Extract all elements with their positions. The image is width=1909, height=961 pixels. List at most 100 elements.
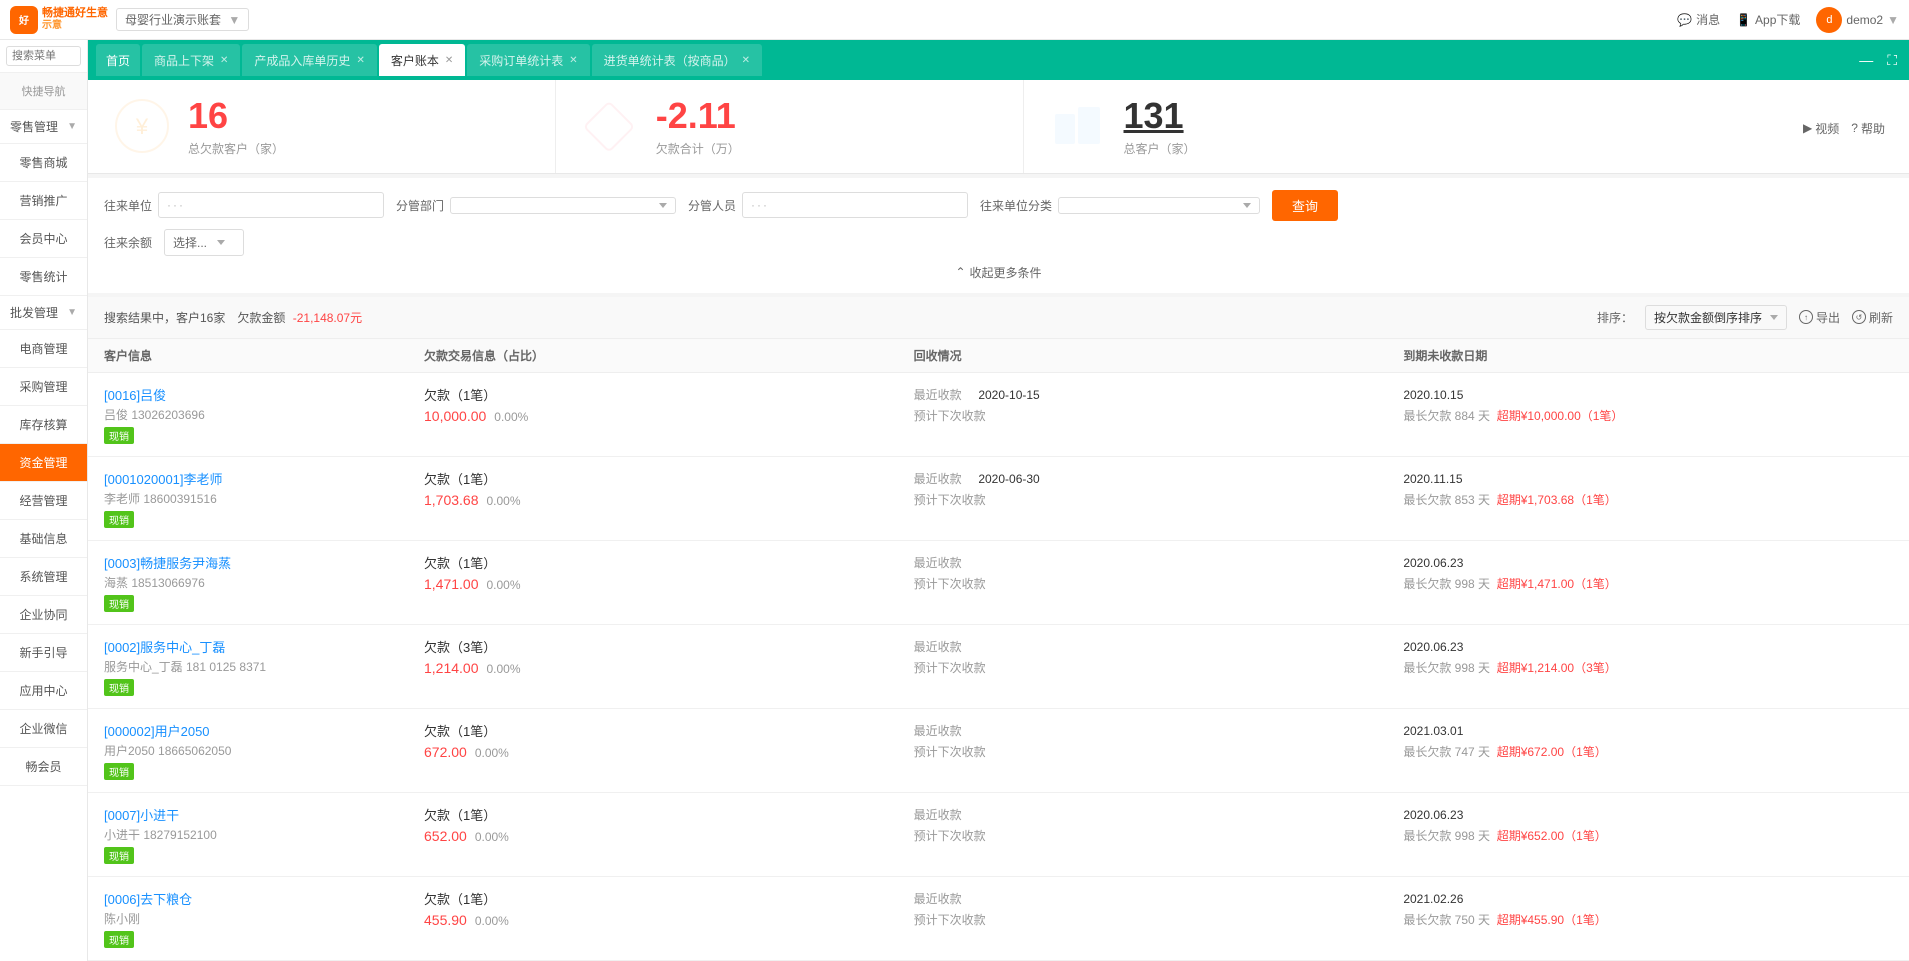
app-download-btn[interactable]: 📱 App下载 (1736, 11, 1800, 28)
customer-name-4[interactable]: [0002]服务中心_丁磊 (104, 640, 225, 655)
customer-name-1[interactable]: [0016]吕俊 (104, 388, 166, 403)
store-selector[interactable]: 母婴行业演示账套 ▼ (116, 8, 249, 31)
customer-name-6[interactable]: [0007]小进干 (104, 808, 179, 823)
results-amount: 欠款金额 -21,148.07元 (237, 309, 362, 326)
sidebar-item-enterprise-wx[interactable]: 企业微信 (0, 710, 87, 748)
sidebar-item-retail-mgmt[interactable]: 零售管理 ▼ (0, 110, 87, 144)
customer-name-3[interactable]: [0003]畅捷服务尹海蒸 (104, 556, 231, 571)
overdue-link-5[interactable]: 超期¥672.00（1笔） (1497, 745, 1607, 759)
sidebar-item-purchase-mgmt[interactable]: 采购管理 (0, 368, 87, 406)
tab-production-history[interactable]: 产成品入库单历史 ✕ (242, 44, 376, 76)
user-profile[interactable]: d demo2 ▼ (1816, 7, 1899, 33)
recovery-info-2: 最近收款 2020-06-30 预计下次收款 (914, 469, 1404, 512)
sidebar-item-member-center[interactable]: 会员中心 (0, 220, 87, 258)
total-customers-icon (1048, 96, 1108, 156)
sidebar-item-basic-info[interactable]: 基础信息 (0, 520, 87, 558)
customer-phone-6: 小进干 18279152100 (104, 826, 424, 843)
results-summary: 搜索结果中，客户16家 (104, 309, 225, 326)
balance-select[interactable]: 选择... (164, 229, 244, 256)
overdue-link-2[interactable]: 超期¥1,703.68（1笔） (1497, 493, 1617, 507)
overdue-info-3: 2020.06.23 最长欠款 998 天 超期¥1,471.00（1笔） (1403, 553, 1893, 596)
filter-manager: 分管人员 ··· (688, 192, 968, 218)
download-icon: 📱 (1736, 13, 1751, 27)
tab-product-shelf[interactable]: 商品上下架 ✕ (142, 44, 240, 76)
tab-close-product-shelf[interactable]: ✕ (220, 55, 228, 66)
tab-close-purchase-order[interactable]: ✕ (569, 55, 577, 66)
customer-info-1: [0016]吕俊 吕俊 13026203696 现销 (104, 385, 424, 444)
manager-input[interactable]: ··· (742, 192, 968, 218)
sort-label: 排序： (1597, 309, 1633, 326)
sidebar-item-enterprise-collab[interactable]: 企业协同 (0, 596, 87, 634)
sidebar-item-quick-nav[interactable]: 快捷导航 (0, 73, 87, 110)
sidebar-item-ecom-mgmt[interactable]: 电商管理 (0, 330, 87, 368)
sidebar-item-app-center[interactable]: 应用中心 (0, 672, 87, 710)
overdue-link-3[interactable]: 超期¥1,471.00（1笔） (1497, 577, 1617, 591)
customer-name-7[interactable]: [0006]去下粮仓 (104, 892, 192, 907)
sidebar-item-free-member[interactable]: 畅会员 (0, 748, 87, 786)
overdue-link-6[interactable]: 超期¥652.00（1笔） (1497, 829, 1607, 843)
customer-tag-1: 现销 (104, 427, 134, 444)
sidebar-item-batch-mgmt[interactable]: 批发管理 ▼ (0, 296, 87, 330)
sidebar-item-ops-mgmt[interactable]: 经营管理 (0, 482, 87, 520)
overdue-link-1[interactable]: 超期¥10,000.00（1笔） (1497, 409, 1624, 423)
tab-bar-right: — ⛶ (1855, 50, 1901, 71)
debt-info-5: 欠款（1笔） 672.000.00% (424, 721, 914, 760)
sidebar-item-retail-mall[interactable]: 零售商城 (0, 144, 87, 182)
unit-category-select[interactable] (1058, 197, 1260, 214)
sidebar-item-finance-mgmt[interactable]: 资金管理 (0, 444, 87, 482)
filter-area: 往来单位 ··· 分管部门 (88, 178, 1909, 293)
table-row: [0003]畅捷服务尹海蒸 海蒸 18513066976 现销 欠款（1笔） 1… (88, 541, 1909, 625)
from-unit-input[interactable]: ··· (158, 192, 384, 218)
tab-close-purchase-stats[interactable]: ✕ (742, 55, 750, 66)
sidebar-item-sys-mgmt[interactable]: 系统管理 (0, 558, 87, 596)
sidebar-item-marketing[interactable]: 营销推广 (0, 182, 87, 220)
tab-home[interactable]: 首页 (96, 44, 140, 76)
export-icon: ↑ (1799, 310, 1813, 324)
avatar: d (1816, 7, 1842, 33)
tab-customer-account[interactable]: 客户账本 ✕ (379, 44, 465, 76)
sidebar-search-input[interactable] (6, 46, 81, 66)
debt-info-7: 欠款（1笔） 455.900.00% (424, 889, 914, 928)
debt-info-2: 欠款（1笔） 1,703.680.00% (424, 469, 914, 508)
refresh-icon: ↺ (1852, 310, 1866, 324)
filter-row-2: 往来余额 选择... (104, 229, 1893, 256)
debt-info-3: 欠款（1笔） 1,471.000.00% (424, 553, 914, 592)
customer-phone-7: 陈小刚 (104, 910, 424, 927)
tab-close-production-history[interactable]: ✕ (356, 55, 364, 66)
col-recovery: 回收情况 (914, 347, 1404, 364)
overdue-link-7[interactable]: 超期¥455.90（1笔） (1497, 913, 1607, 927)
tab-close-customer-account[interactable]: ✕ (445, 55, 453, 66)
table-row: [0007]小进干 小进干 18279152100 现销 欠款（1笔） 652.… (88, 793, 1909, 877)
sort-select[interactable]: 按欠款金额倒序排序 (1645, 305, 1787, 330)
export-btn[interactable]: ↑ 导出 (1799, 309, 1840, 326)
tab-purchase-stats[interactable]: 进货单统计表（按商品） ✕ (592, 44, 762, 76)
total-customers-number: 131 (1124, 96, 1196, 136)
view-video-btn[interactable]: ▶ 视频 (1803, 120, 1839, 137)
table-row: [0001020001]李老师 李老师 18600391516 现销 欠款（1笔… (88, 457, 1909, 541)
message-btn[interactable]: 💬 消息 (1677, 11, 1720, 28)
overdue-link-4[interactable]: 超期¥1,214.00（3笔） (1497, 661, 1617, 675)
collapse-button[interactable]: ⌃ 收起更多条件 (955, 264, 1041, 281)
sidebar-item-inventory[interactable]: 库存核算 (0, 406, 87, 444)
recovery-info-1: 最近收款 2020-10-15 预计下次收款 (914, 385, 1404, 428)
overdue-info-6: 2020.06.23 最长欠款 998 天 超期¥652.00（1笔） (1403, 805, 1893, 848)
filter-dept: 分管部门 (396, 197, 676, 214)
overdue-info-4: 2020.06.23 最长欠款 998 天 超期¥1,214.00（3笔） (1403, 637, 1893, 680)
customer-name-2[interactable]: [0001020001]李老师 (104, 472, 223, 487)
table-row: [0016]吕俊 吕俊 13026203696 现销 欠款（1笔） 10,000… (88, 373, 1909, 457)
sidebar-item-new-guide[interactable]: 新手引导 (0, 634, 87, 672)
customer-info-7: [0006]去下粮仓 陈小刚 现销 (104, 889, 424, 948)
tab-purchase-order[interactable]: 采购订单统计表 ✕ (467, 44, 589, 76)
customer-info-2: [0001020001]李老师 李老师 18600391516 现销 (104, 469, 424, 528)
help-btn[interactable]: ? 帮助 (1851, 120, 1885, 137)
main-layout: 快捷导航 零售管理 ▼ 零售商城 营销推广 会员中心 零售统计 批发管理 ▼ 电… (0, 40, 1909, 961)
search-button[interactable]: 查询 (1272, 190, 1338, 221)
sidebar-item-retail-stats[interactable]: 零售统计 (0, 258, 87, 296)
refresh-btn[interactable]: ↺ 刷新 (1852, 309, 1893, 326)
debt-amount-number: -2.11 (656, 96, 740, 136)
customer-name-5[interactable]: [000002]用户2050 (104, 724, 210, 739)
dept-select[interactable] (450, 197, 676, 214)
recovery-info-3: 最近收款 预计下次收款 (914, 553, 1404, 596)
tab-expand-btn[interactable]: ⛶ (1883, 50, 1901, 71)
tab-minimize-btn[interactable]: — (1855, 50, 1877, 71)
